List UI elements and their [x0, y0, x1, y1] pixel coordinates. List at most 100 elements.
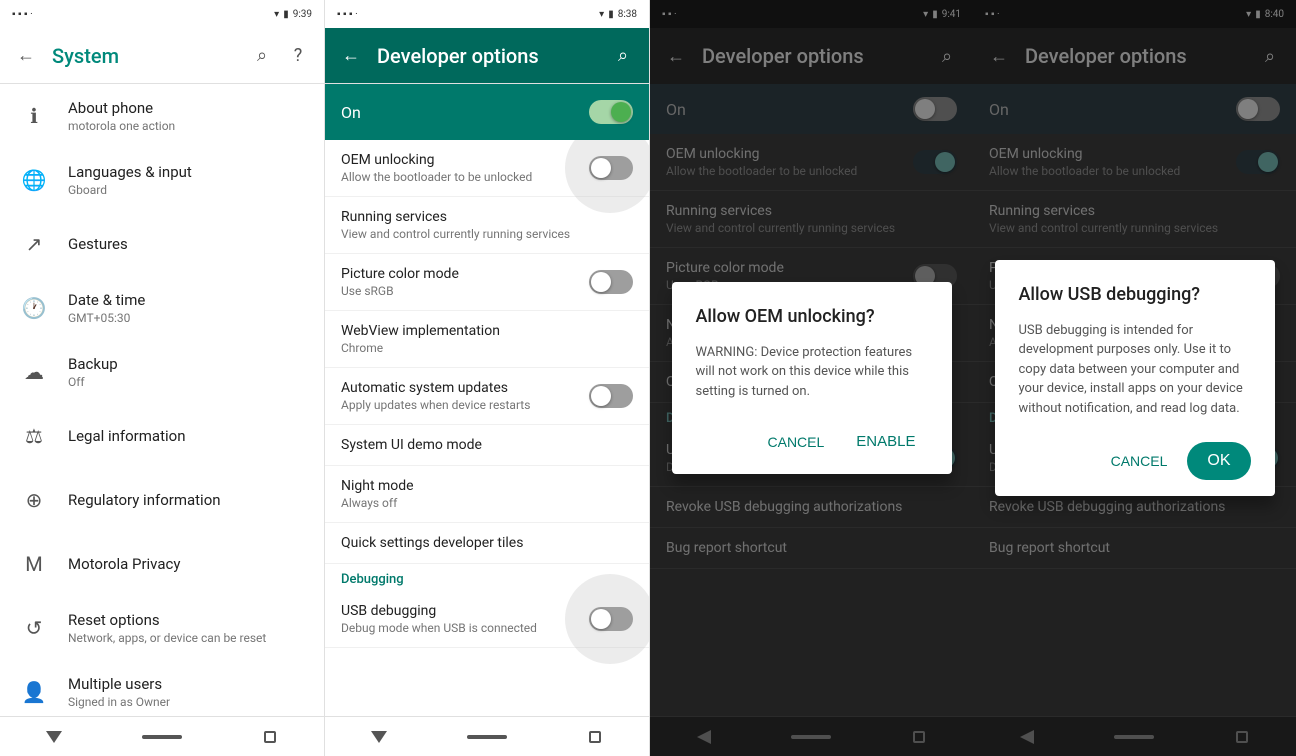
datetime-title: Date & time	[68, 291, 308, 309]
time-display-2: 8:38	[618, 9, 637, 20]
status-bar-1: ▪ ▪ ▪ · ▾ ▮ 9:39	[0, 0, 324, 28]
usb-debug-subtitle-2: Debug mode when USB is connected	[341, 621, 537, 635]
gestures-text: Gestures	[68, 235, 308, 253]
picture-title: Picture color mode	[341, 266, 459, 282]
search-button-1[interactable]: ⌕	[244, 38, 280, 74]
home-nav-1[interactable]	[142, 722, 182, 752]
reset-item[interactable]: ↺ Reset options Network, apps, or device…	[0, 596, 324, 660]
datetime-text: Date & time GMT+05:30	[68, 291, 308, 325]
oem-dialog-body: WARNING: Device protection features will…	[696, 343, 928, 402]
picture-row: Picture color mode Use sRGB	[341, 266, 633, 298]
about-subtitle: motorola one action	[68, 119, 308, 133]
panel-developer-options: ▪ ▪ ▪ · ▾ ▮ 8:38 ← Developer options ⌕ O…	[325, 0, 650, 756]
status-icons-left-2: ▪ ▪ ▪ ·	[337, 9, 358, 20]
notification-icons: ▪ ▪ ▪ ·	[12, 9, 33, 20]
usb-thumb-2	[591, 609, 611, 629]
wifi-icon: ▾	[274, 9, 279, 20]
legal-title: Legal information	[68, 427, 308, 445]
motorola-privacy-item[interactable]: M Motorola Privacy	[0, 532, 324, 596]
back-button-1[interactable]: ←	[8, 38, 44, 74]
running-services-subtitle: View and control currently running servi…	[341, 227, 633, 241]
legal-text: Legal information	[68, 427, 308, 445]
oem-title: OEM unlocking	[341, 152, 532, 168]
reset-icon: ↺	[16, 610, 52, 646]
users-item[interactable]: 👤 Multiple users Signed in as Owner	[0, 660, 324, 716]
auto-text: Automatic system updates Apply updates w…	[341, 380, 530, 412]
picture-toggle[interactable]	[589, 270, 633, 294]
gestures-item[interactable]: ↗ Gestures	[0, 212, 324, 276]
usb-debug-item-2[interactable]: USB debugging Debug mode when USB is con…	[325, 591, 649, 648]
about-icon: ℹ	[16, 98, 52, 134]
users-title: Multiple users	[68, 675, 308, 693]
backup-icon: ☁	[16, 354, 52, 390]
battery-icon: ▮	[283, 9, 289, 20]
reset-text: Reset options Network, apps, or device c…	[68, 611, 308, 645]
privacy-text: Motorola Privacy	[68, 555, 308, 573]
about-phone-item[interactable]: ℹ About phone motorola one action	[0, 84, 324, 148]
ui-demo-item[interactable]: System UI demo mode	[325, 425, 649, 466]
recents-nav-1[interactable]	[250, 722, 290, 752]
oem-cancel-button[interactable]: Cancel	[756, 425, 837, 458]
backup-title: Backup	[68, 355, 308, 373]
reset-subtitle: Network, apps, or device can be reset	[68, 631, 308, 645]
auto-toggle[interactable]	[589, 384, 633, 408]
languages-title: Languages & input	[68, 163, 308, 181]
help-button-1[interactable]: ?	[280, 38, 316, 74]
languages-icon: 🌐	[16, 162, 52, 198]
status-icons-left: ▪ ▪ ▪ ·	[12, 9, 33, 20]
home-pill-2	[467, 735, 507, 739]
regulatory-text: Regulatory information	[68, 491, 308, 509]
usb-dialog-actions: Cancel OK	[1019, 434, 1251, 488]
auto-update-item[interactable]: Automatic system updates Apply updates w…	[325, 368, 649, 425]
oem-text: OEM unlocking Allow the bootloader to be…	[341, 152, 532, 184]
regulatory-icon: ⊕	[16, 482, 52, 518]
oem-thumb	[591, 158, 611, 178]
languages-subtitle: Gboard	[68, 183, 308, 197]
auto-title: Automatic system updates	[341, 380, 530, 396]
picture-color-item[interactable]: Picture color mode Use sRGB	[325, 254, 649, 311]
oem-toggle[interactable]	[589, 156, 633, 180]
users-text: Multiple users Signed in as Owner	[68, 675, 308, 709]
oem-dialog-actions: Cancel Enable	[696, 417, 928, 466]
datetime-item[interactable]: 🕐 Date & time GMT+05:30	[0, 276, 324, 340]
legal-item[interactable]: ⚖ Legal information	[0, 404, 324, 468]
time-display: 9:39	[293, 9, 312, 20]
about-text: About phone motorola one action	[68, 99, 308, 133]
night-mode-subtitle-2: Always off	[341, 496, 633, 510]
battery-icon-2: ▮	[608, 9, 614, 20]
app-bar-1: ← System ⌕ ?	[0, 28, 324, 84]
webview-item[interactable]: WebView implementation Chrome	[325, 311, 649, 368]
panel-usb-dialog: ▪ ▪ · ▾ ▮ 8:40 ← Developer options ⌕ On …	[973, 0, 1296, 756]
languages-item[interactable]: 🌐 Languages & input Gboard	[0, 148, 324, 212]
recents-square-2	[589, 731, 601, 743]
night-mode-item-2[interactable]: Night mode Always off	[325, 466, 649, 523]
qs-tiles-item-2[interactable]: Quick settings developer tiles	[325, 523, 649, 564]
regulatory-item[interactable]: ⊕ Regulatory information	[0, 468, 324, 532]
usb-toggle-2[interactable]	[589, 607, 633, 631]
back-nav-2[interactable]	[359, 722, 399, 752]
ui-demo-title: System UI demo mode	[341, 437, 633, 453]
search-button-2[interactable]: ⌕	[605, 38, 641, 74]
oem-toggle-wrap	[589, 156, 633, 180]
back-nav-1[interactable]	[34, 722, 74, 752]
recents-nav-2[interactable]	[575, 722, 615, 752]
usb-dialog: Allow USB debugging? USB debugging is in…	[995, 260, 1275, 497]
gestures-icon: ↗	[16, 226, 52, 262]
gestures-title: Gestures	[68, 235, 308, 253]
backup-item[interactable]: ☁ Backup Off	[0, 340, 324, 404]
dev-on-toggle[interactable]	[589, 100, 633, 124]
oem-unlocking-item[interactable]: OEM unlocking Allow the bootloader to be…	[325, 140, 649, 197]
usb-cancel-button[interactable]: Cancel	[1099, 442, 1180, 480]
back-button-2[interactable]: ←	[333, 38, 369, 74]
panel-oem-dialog: ▪ ▪ · ▾ ▮ 9:41 ← Developer options ⌕ On …	[650, 0, 973, 756]
reset-title: Reset options	[68, 611, 308, 629]
home-nav-2[interactable]	[467, 722, 507, 752]
webview-title: WebView implementation	[341, 323, 633, 339]
auto-subtitle: Apply updates when device restarts	[341, 398, 530, 412]
oem-enable-button[interactable]: Enable	[844, 425, 927, 458]
notification-icons-2: ▪ ▪ ▪ ·	[337, 9, 358, 20]
usb-ok-button[interactable]: OK	[1187, 442, 1250, 480]
oem-row: OEM unlocking Allow the bootloader to be…	[341, 152, 633, 184]
backup-text: Backup Off	[68, 355, 308, 389]
auto-row: Automatic system updates Apply updates w…	[341, 380, 633, 412]
